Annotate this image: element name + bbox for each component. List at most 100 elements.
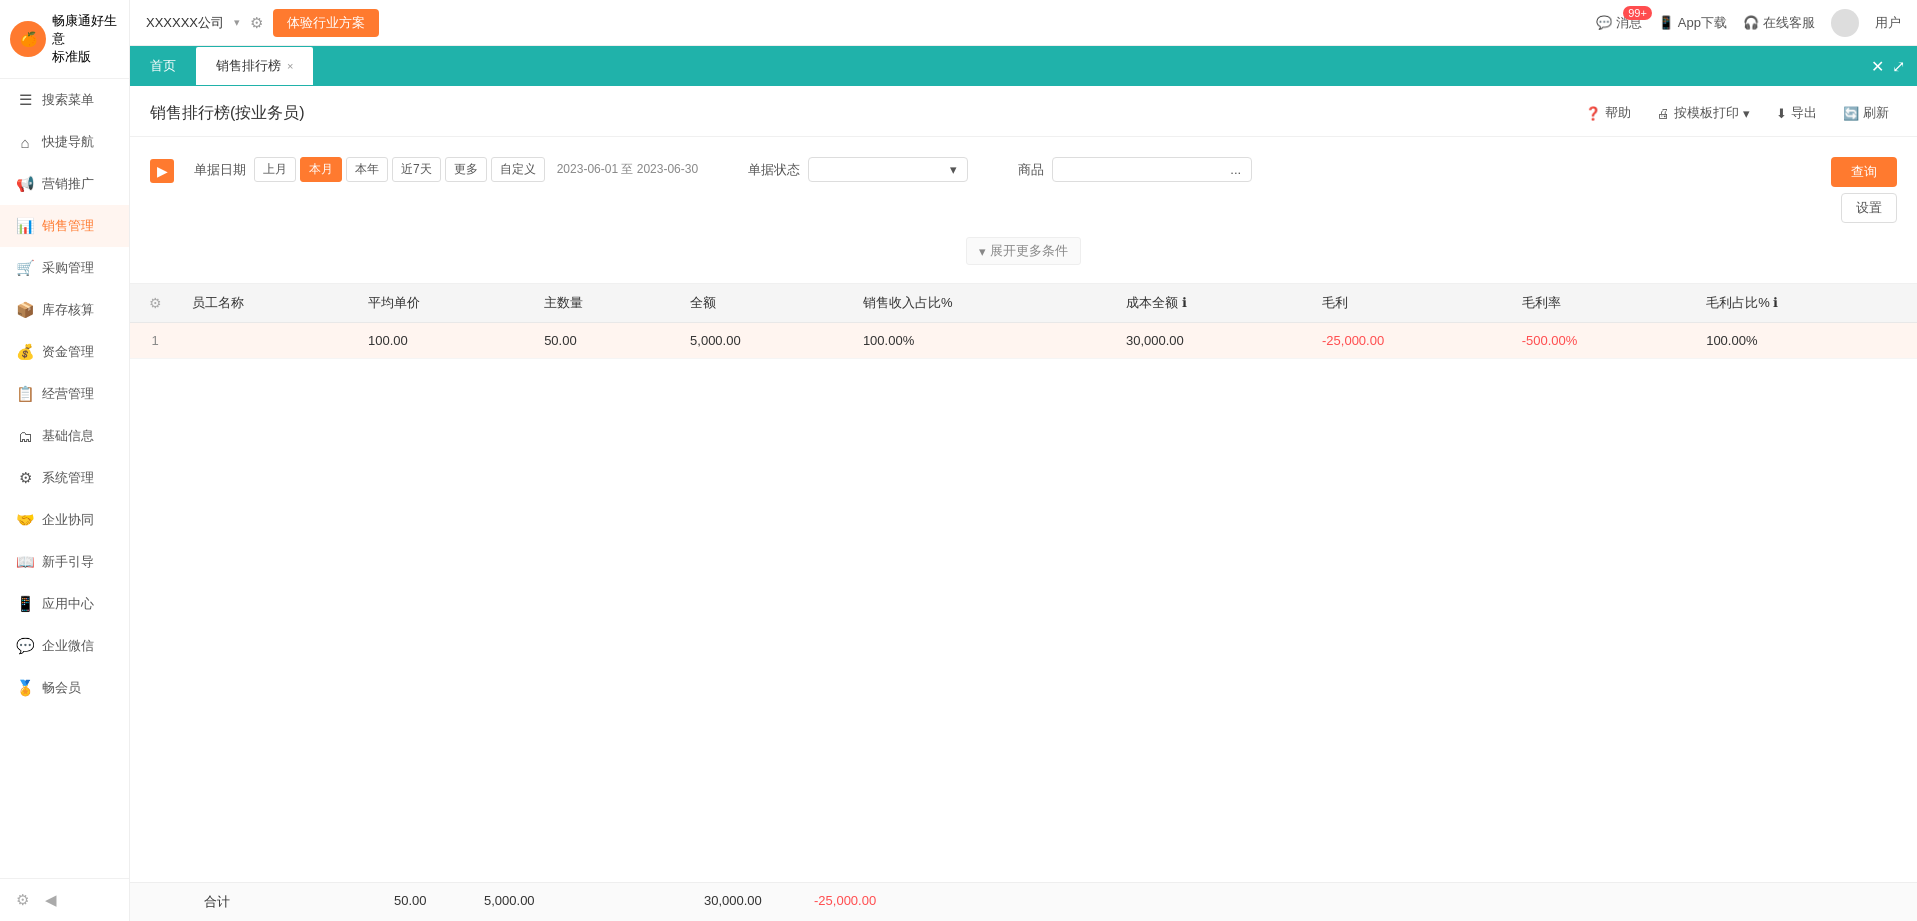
sidebar-item-purchase[interactable]: 🛒 采购管理	[0, 247, 129, 289]
nav-apps-icon: 📱	[16, 595, 34, 613]
nav-inventory-icon: 📦	[16, 301, 34, 319]
date-year-btn[interactable]: 本年	[346, 157, 388, 182]
tab-close-all-icon[interactable]: ✕	[1871, 57, 1884, 76]
sidebar-item-guide[interactable]: 📖 新手引导	[0, 541, 129, 583]
sidebar-item-sales[interactable]: 📊 销售管理	[0, 205, 129, 247]
filter-toggle-icon[interactable]: ▶	[150, 159, 174, 183]
avatar[interactable]	[1831, 9, 1859, 37]
print-label: 按模板打印	[1674, 104, 1739, 122]
nav-corp-icon: 🤝	[16, 511, 34, 529]
topbar-settings-icon[interactable]: ⚙	[250, 14, 263, 32]
sidebar: 🍊 畅康通好生意 标准版 ☰ 搜索菜单⌂ 快捷导航📢 营销推广📊 销售管理🛒 采…	[0, 0, 130, 921]
expand-label: 展开更多条件	[990, 242, 1068, 260]
refresh-button[interactable]: 🔄 刷新	[1835, 100, 1897, 126]
cell-profit: -25,000.00	[1310, 323, 1510, 359]
date-prev-month-btn[interactable]: 上月	[254, 157, 296, 182]
footer-label	[142, 893, 192, 911]
nav-system-icon: ⚙	[16, 469, 34, 487]
nav-sales-label: 销售管理	[42, 217, 94, 235]
sidebar-logo: 🍊 畅康通好生意 标准版	[0, 0, 129, 79]
sidebar-item-system[interactable]: ⚙ 系统管理	[0, 457, 129, 499]
footer-profit-pct	[1012, 893, 1112, 911]
help-button[interactable]: ❓ 帮助	[1577, 100, 1639, 126]
date-range-display: 2023-06-01 至 2023-06-30	[557, 161, 698, 178]
date-more-btn[interactable]: 更多	[445, 157, 487, 182]
footer-name: 合计	[192, 893, 292, 911]
app-download-button[interactable]: 📱 App下载	[1658, 14, 1727, 32]
help-label: 帮助	[1605, 104, 1631, 122]
sidebar-item-operation[interactable]: 📋 经营管理	[0, 373, 129, 415]
filter-section: ▶ 单据日期 上月 本月 本年 近7天 更多 自定义 2023-06-01 至 …	[130, 137, 1917, 284]
query-button[interactable]: 查询	[1831, 157, 1897, 187]
footer-cost: 30,000.00	[692, 893, 802, 911]
dropdown-arrow-icon[interactable]: ▾	[234, 16, 240, 29]
nav-wechat-icon: 💬	[16, 637, 34, 655]
setting-button[interactable]: 设置	[1841, 193, 1897, 223]
nav-quick-label: 快捷导航	[42, 133, 94, 151]
date-7days-btn[interactable]: 近7天	[392, 157, 441, 182]
tab-home[interactable]: 首页	[130, 47, 196, 85]
tab-expand-icon[interactable]: ⤢	[1892, 57, 1905, 76]
sidebar-item-marketing[interactable]: 📢 营销推广	[0, 163, 129, 205]
sidebar-item-apps[interactable]: 📱 应用中心	[0, 583, 129, 625]
th-sales-pct: 销售收入占比%	[851, 284, 1114, 323]
th-qty: 主数量	[532, 284, 678, 323]
sidebar-item-corp[interactable]: 🤝 企业协同	[0, 499, 129, 541]
th-profit-rate: 毛利率	[1510, 284, 1695, 323]
nav-quick-icon: ⌂	[16, 134, 34, 151]
sidebar-item-finance[interactable]: 💰 资金管理	[0, 331, 129, 373]
th-settings[interactable]: ⚙	[130, 284, 180, 323]
nav-member-label: 畅会员	[42, 679, 81, 697]
cell-amount: 5,000.00	[678, 323, 851, 359]
page-title: 销售排行榜(按业务员)	[150, 103, 305, 124]
cell-profit-pct: 100.00%	[1694, 323, 1917, 359]
footer-amount: 5,000.00	[472, 893, 572, 911]
filter-row-1: ▶ 单据日期 上月 本月 本年 近7天 更多 自定义 2023-06-01 至 …	[150, 147, 1897, 233]
footer-profit-rate	[912, 893, 1012, 911]
tab-sales-ranking[interactable]: 销售排行榜 ×	[196, 47, 313, 85]
service-icon: 🎧	[1743, 15, 1759, 30]
cell-name	[180, 323, 356, 359]
date-custom-btn[interactable]: 自定义	[491, 157, 545, 182]
table-settings-icon[interactable]: ⚙	[149, 295, 162, 311]
nav-corp-label: 企业协同	[42, 511, 94, 529]
trial-button[interactable]: 体验行业方案	[273, 9, 379, 37]
sidebar-item-wechat[interactable]: 💬 企业微信	[0, 625, 129, 667]
footer-avg	[292, 893, 382, 911]
sidebar-item-member[interactable]: 🏅 畅会员	[0, 667, 129, 709]
th-amount: 全额	[678, 284, 851, 323]
th-name: 员工名称	[180, 284, 356, 323]
service-label: 在线客服	[1763, 14, 1815, 32]
status-filter-group: 单据状态 ▾	[748, 157, 968, 182]
nav-inventory-label: 库存核算	[42, 301, 94, 319]
nav-purchase-icon: 🛒	[16, 259, 34, 277]
goods-input[interactable]: ...	[1052, 157, 1252, 182]
goods-filter-label: 商品	[1018, 161, 1044, 179]
collapse-icon[interactable]: ◀	[45, 891, 57, 909]
sidebar-bottom: ⚙ ◀	[0, 878, 129, 921]
status-select[interactable]: ▾	[808, 157, 968, 182]
sidebar-item-inventory[interactable]: 📦 库存核算	[0, 289, 129, 331]
print-dropdown-icon[interactable]: ▾	[1743, 106, 1750, 121]
sidebar-item-search[interactable]: ☰ 搜索菜单	[0, 79, 129, 121]
status-filter-label: 单据状态	[748, 161, 800, 179]
export-icon: ⬇	[1776, 106, 1787, 121]
sidebar-item-quick[interactable]: ⌂ 快捷导航	[0, 121, 129, 163]
sidebar-item-basic[interactable]: 🗂 基础信息	[0, 415, 129, 457]
date-cur-month-btn[interactable]: 本月	[300, 157, 342, 182]
date-buttons: 上月 本月 本年 近7天 更多 自定义	[254, 157, 545, 182]
topbar-right: 💬 消息 99+ 📱 App下载 🎧 在线客服 用户	[1596, 9, 1901, 37]
online-service-button[interactable]: 🎧 在线客服	[1743, 14, 1815, 32]
export-button[interactable]: ⬇ 导出	[1768, 100, 1825, 126]
tab-label: 销售排行榜	[216, 57, 281, 75]
refresh-icon: 🔄	[1843, 106, 1859, 121]
message-badge: 99+	[1623, 6, 1652, 20]
print-button[interactable]: 🖨 按模板打印 ▾	[1649, 100, 1758, 126]
tabbar: 首页 销售排行榜 × ✕ ⤢	[130, 46, 1917, 86]
cell-sales-pct: 100.00%	[851, 323, 1114, 359]
settings-bottom-icon[interactable]: ⚙	[16, 891, 29, 909]
nav-apps-label: 应用中心	[42, 595, 94, 613]
tab-close-icon[interactable]: ×	[287, 60, 293, 72]
messages-button[interactable]: 💬 消息 99+	[1596, 14, 1642, 32]
expand-more-btn[interactable]: ▾ 展开更多条件	[966, 237, 1081, 265]
